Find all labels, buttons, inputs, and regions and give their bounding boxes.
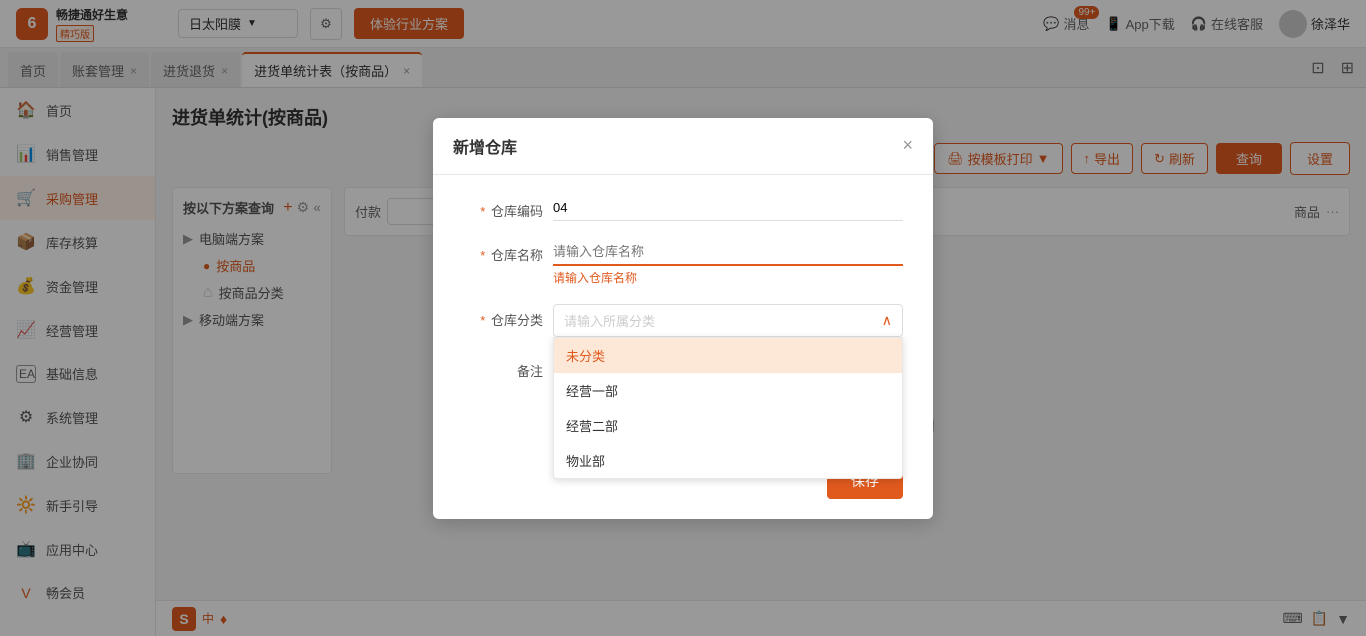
category-placeholder: 请输入所属分类 [564, 311, 655, 330]
modal-close-button[interactable]: × [902, 135, 913, 156]
modal-overlay: 新增仓库 × * 仓库编码 * 仓库名称 [0, 0, 1366, 636]
add-warehouse-modal: 新增仓库 × * 仓库编码 * 仓库名称 [433, 118, 933, 519]
code-label: * 仓库编码 [463, 195, 543, 220]
name-label: * 仓库名称 [463, 239, 543, 264]
category-required-mark: * [480, 313, 485, 328]
dropdown-item-dept1[interactable]: 经营一部 [554, 373, 902, 408]
warehouse-category-row: * 仓库分类 请输入所属分类 ∧ 未分类 经营一部 经营二部 物业部 [463, 304, 903, 337]
modal-title: 新增仓库 [453, 134, 517, 158]
dropdown-item-property[interactable]: 物业部 [554, 443, 902, 478]
category-dropdown: 未分类 经营一部 经营二部 物业部 [553, 337, 903, 479]
category-label: * 仓库分类 [463, 304, 543, 329]
category-select[interactable]: 请输入所属分类 ∧ [553, 304, 903, 337]
warehouse-name-input[interactable] [553, 239, 903, 266]
modal-body: * 仓库编码 * 仓库名称 请输入仓库名称 [433, 175, 933, 453]
dropdown-item-dept2[interactable]: 经营二部 [554, 408, 902, 443]
dropdown-item-uncategorized[interactable]: 未分类 [554, 338, 902, 373]
name-field-wrapper: 请输入仓库名称 [553, 239, 903, 286]
name-required-mark: * [480, 248, 485, 263]
remark-label: 备注 [463, 355, 543, 380]
name-error-msg: 请输入仓库名称 [553, 269, 903, 286]
warehouse-name-row: * 仓库名称 请输入仓库名称 [463, 239, 903, 286]
category-select-wrapper: 请输入所属分类 ∧ 未分类 经营一部 经营二部 物业部 [553, 304, 903, 337]
warehouse-code-input[interactable] [553, 195, 903, 221]
modal-header: 新增仓库 × [433, 118, 933, 175]
code-field-wrapper [553, 195, 903, 221]
warehouse-code-row: * 仓库编码 [463, 195, 903, 221]
code-required-mark: * [480, 204, 485, 219]
category-arrow-icon: ∧ [882, 312, 892, 329]
